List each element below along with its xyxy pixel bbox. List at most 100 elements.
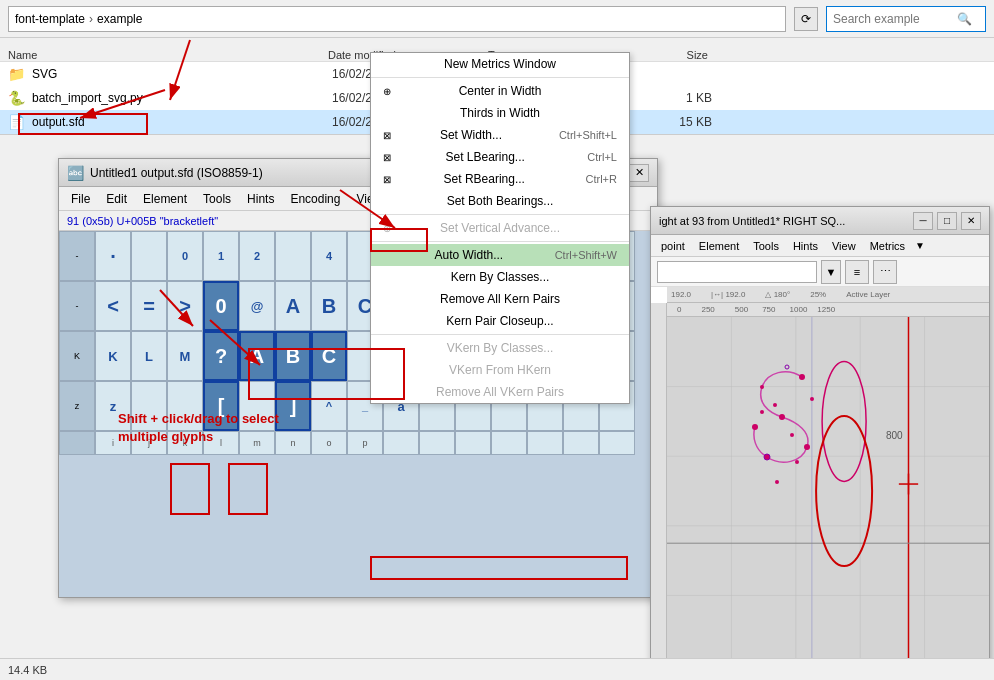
breadcrumb[interactable]: font-template › example xyxy=(8,6,786,32)
menu-item-set-lbearing[interactable]: ⊠ Set LBearing... Ctrl+L xyxy=(371,146,629,168)
menu-item-center[interactable]: ⊕ Center in Width xyxy=(371,80,629,102)
chevron-down-icon[interactable]: ▼ xyxy=(915,240,925,251)
glyph-cell[interactable] xyxy=(239,381,275,431)
glyph-cell[interactable]: L xyxy=(131,331,167,381)
glyph-char-B: B xyxy=(286,346,300,366)
glyph-cell[interactable]: K xyxy=(95,331,131,381)
ff-right-titlebar: ight at 93 from Untitled1* RIGHT SQ... ─… xyxy=(651,207,989,235)
menu-encoding[interactable]: Encoding xyxy=(282,190,348,208)
maximize-right[interactable]: □ xyxy=(937,212,957,230)
menu-label: Set Width... xyxy=(440,128,502,142)
glyph-char: 1 xyxy=(218,251,224,262)
minimize-right[interactable]: ─ xyxy=(913,212,933,230)
glyph-cell[interactable]: > xyxy=(167,281,203,331)
glyph-cell-B[interactable]: B xyxy=(275,331,311,381)
menu-item-set-vert[interactable]: ⊕ Set Vertical Advance... xyxy=(371,217,629,239)
menu-element[interactable]: Element xyxy=(135,190,195,208)
glyph-label-empty7 xyxy=(599,431,635,455)
glyph-label-i: i xyxy=(95,431,131,455)
glyph-cell[interactable]: 0 xyxy=(167,231,203,281)
menu-tools[interactable]: Tools xyxy=(195,190,239,208)
glyph-cell[interactable] xyxy=(275,231,311,281)
glyph-cell-A[interactable]: A xyxy=(239,331,275,381)
menu-item-vkern-from[interactable]: VKern From HKern xyxy=(371,359,629,381)
glyph-cell-bracket-l[interactable]: [ xyxy=(203,381,239,431)
refresh-button[interactable]: ⟳ xyxy=(794,7,818,31)
glyph-label-empty4 xyxy=(491,431,527,455)
toolbar-text-input[interactable] xyxy=(657,261,817,283)
glyph-label-k: k xyxy=(167,431,203,455)
right-menu-point[interactable]: point xyxy=(655,239,691,253)
glyph-cell[interactable]: A xyxy=(275,281,311,331)
glyph-cell[interactable]: < xyxy=(95,281,131,331)
glyph-cell[interactable] xyxy=(167,381,203,431)
toolbar-btn-1[interactable]: ≡ xyxy=(845,260,869,284)
glyph-cell[interactable]: = xyxy=(131,281,167,331)
right-menu-tools[interactable]: Tools xyxy=(747,239,785,253)
glyph-cell-bracket-r[interactable]: ] xyxy=(275,381,311,431)
menu-item-kern-closeup[interactable]: Kern Pair Closeup... xyxy=(371,310,629,332)
right-menu-element[interactable]: Element xyxy=(693,239,745,253)
row-label-2: - xyxy=(59,281,95,331)
glyph-label-m: m xyxy=(239,431,275,455)
menu-label: New Metrics Window xyxy=(444,57,556,71)
glyph-cell-zero-selected[interactable]: 0 xyxy=(203,281,239,331)
menu-label: Kern By Classes... xyxy=(451,270,550,284)
glyph-cell-C[interactable]: C xyxy=(311,331,347,381)
menu-hints[interactable]: Hints xyxy=(239,190,282,208)
glyph-cell[interactable] xyxy=(131,231,167,281)
search-box: 🔍 xyxy=(826,6,986,32)
toolbar-dropdown-btn[interactable]: ▼ xyxy=(821,260,841,284)
ff-title-icon: 🔤 xyxy=(67,165,84,181)
metrics-dropdown: New Metrics Window ⊕ Center in Width Thi… xyxy=(370,52,630,404)
glyph-cell[interactable]: B xyxy=(311,281,347,331)
glyph-cell[interactable]: @ xyxy=(239,281,275,331)
glyph-cell[interactable]: · xyxy=(95,231,131,281)
search-input[interactable] xyxy=(833,12,953,26)
glyph-label-p: p xyxy=(347,431,383,455)
glyph-cell[interactable] xyxy=(131,381,167,431)
file-name: SVG xyxy=(32,67,332,81)
sfd-icon: 📄 xyxy=(8,114,26,130)
glyph-char-bracket-l: [ xyxy=(218,396,225,416)
menu-item-kern-classes[interactable]: Kern By Classes... xyxy=(371,266,629,288)
toolbar-btn-2[interactable]: ⋯ xyxy=(873,260,897,284)
menu-item-set-both[interactable]: Set Both Bearings... xyxy=(371,190,629,212)
menu-item-vkern-classes[interactable]: VKern By Classes... xyxy=(371,337,629,359)
right-menu-view[interactable]: View xyxy=(826,239,862,253)
right-menu-hints[interactable]: Hints xyxy=(787,239,824,253)
svg-point-20 xyxy=(764,454,770,460)
glyph-cell-question[interactable]: ? xyxy=(203,331,239,381)
menu-file[interactable]: File xyxy=(63,190,98,208)
file-size: 15 KB xyxy=(632,115,712,129)
col-header-size[interactable]: Size xyxy=(628,49,708,61)
menu-item-remove-vkern[interactable]: Remove All VKern Pairs xyxy=(371,381,629,403)
menu-item-auto-width[interactable]: Auto Width... Ctrl+Shift+W xyxy=(371,244,629,266)
menu-item-thirds[interactable]: Thirds in Width xyxy=(371,102,629,124)
status-bar: 14.4 KB xyxy=(0,658,994,680)
glyph-char: M xyxy=(180,350,191,363)
glyph-cell[interactable]: 2 xyxy=(239,231,275,281)
glyph-cell[interactable]: z xyxy=(95,381,131,431)
menu-item-new-metrics[interactable]: New Metrics Window xyxy=(371,53,629,75)
menu-item-set-width[interactable]: ⊠ Set Width... Ctrl+Shift+L xyxy=(371,124,629,146)
close-button[interactable]: ✕ xyxy=(629,164,649,182)
glyph-char: · xyxy=(110,246,116,266)
right-menu-metrics[interactable]: Metrics xyxy=(864,239,911,253)
menu-separator-1 xyxy=(371,77,629,78)
svg-point-24 xyxy=(790,433,794,437)
close-right[interactable]: ✕ xyxy=(961,212,981,230)
glyph-cell[interactable]: M xyxy=(167,331,203,381)
glyph-label-empty3 xyxy=(455,431,491,455)
breadcrumb-part1: font-template xyxy=(15,12,85,26)
col-header-name[interactable]: Name xyxy=(8,49,328,61)
svg-rect-0 xyxy=(667,317,989,665)
glyph-cell[interactable]: 1 xyxy=(203,231,239,281)
glyph-cell[interactable]: 4 xyxy=(311,231,347,281)
menu-item-set-rbearing[interactable]: ⊠ Set RBearing... Ctrl+R xyxy=(371,168,629,190)
glyph-canvas[interactable]: 800 xyxy=(667,317,989,665)
glyph-cell[interactable]: ^ xyxy=(311,381,347,431)
menu-item-remove-kern[interactable]: Remove All Kern Pairs xyxy=(371,288,629,310)
row-label-4: z xyxy=(59,381,95,431)
menu-edit[interactable]: Edit xyxy=(98,190,135,208)
